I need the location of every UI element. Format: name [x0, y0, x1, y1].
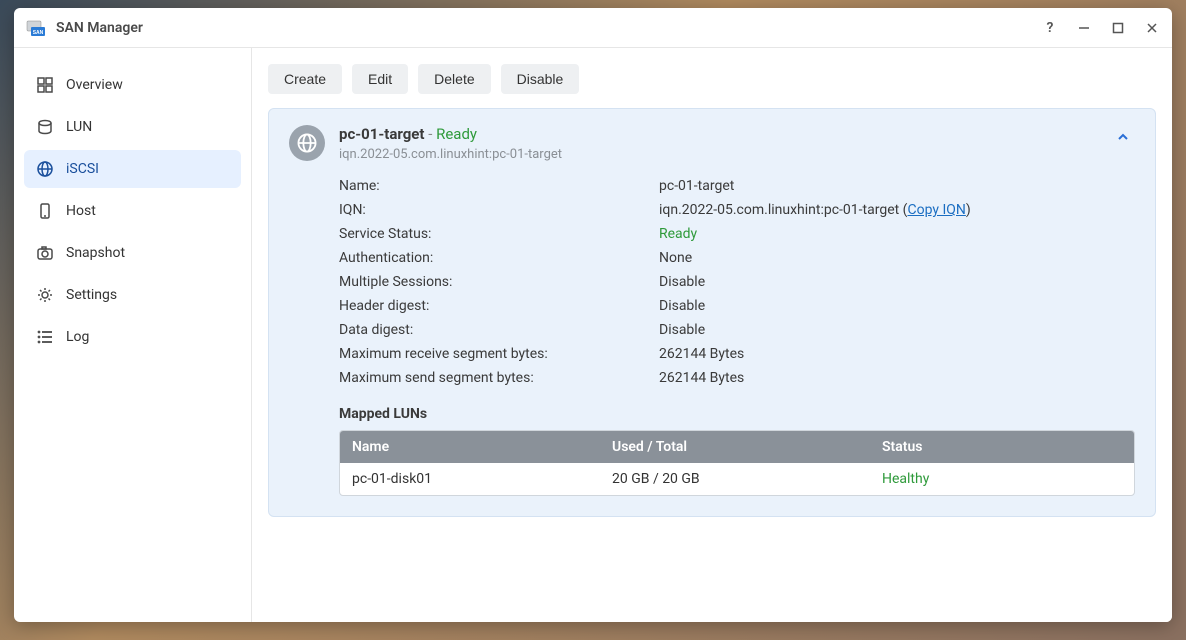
disk-icon — [36, 118, 54, 136]
paren-close: ) — [966, 202, 971, 218]
window-body: Overview LUN — [14, 48, 1172, 622]
detail-value: pc-01-target — [659, 178, 1135, 194]
sidebar-item-overview[interactable]: Overview — [24, 66, 241, 104]
sidebar-item-label: Snapshot — [66, 245, 125, 261]
copy-iqn-link[interactable]: Copy IQN — [907, 202, 965, 218]
detail-data-digest: Data digest: Disable — [339, 318, 1135, 342]
main-content: Create Edit Delete Disable — [252, 48, 1172, 622]
sidebar-item-lun[interactable]: LUN — [24, 108, 241, 146]
detail-authentication: Authentication: None — [339, 246, 1135, 270]
sidebar-item-snapshot[interactable]: Snapshot — [24, 234, 241, 272]
mapped-luns-title: Mapped LUNs — [339, 406, 1135, 422]
sidebar-item-host[interactable]: Host — [24, 192, 241, 230]
detail-name: Name: pc-01-target — [339, 174, 1135, 198]
sidebar-item-label: LUN — [66, 119, 92, 135]
detail-multiple-sessions: Multiple Sessions: Disable — [339, 270, 1135, 294]
delete-button[interactable]: Delete — [418, 64, 490, 94]
lun-name: pc-01-disk01 — [340, 463, 600, 495]
detail-label: Authentication: — [339, 250, 659, 266]
detail-value: Disable — [659, 322, 1135, 338]
target-header[interactable]: pc-01-target - Ready iqn.2022-05.com.lin… — [289, 125, 1135, 162]
lun-status: Healthy — [870, 463, 1134, 495]
detail-value: 262144 Bytes — [659, 370, 1135, 386]
sidebar: Overview LUN — [14, 48, 252, 622]
globe-icon — [289, 125, 325, 161]
detail-value: None — [659, 250, 1135, 266]
help-button[interactable]: ? — [1042, 20, 1058, 36]
sidebar-item-label: Log — [66, 329, 89, 345]
sidebar-item-settings[interactable]: Settings — [24, 276, 241, 314]
sidebar-item-label: Host — [66, 203, 96, 219]
target-title: pc-01-target - Ready — [339, 125, 1097, 143]
sidebar-item-iscsi[interactable]: iSCSI — [24, 150, 241, 188]
window-title: SAN Manager — [56, 20, 1042, 36]
detail-value: Disable — [659, 274, 1135, 290]
titlebar: SAN SAN Manager ? — [14, 8, 1172, 48]
toolbar: Create Edit Delete Disable — [268, 64, 1156, 94]
maximize-button[interactable] — [1110, 20, 1126, 36]
gear-icon — [36, 286, 54, 304]
grid-icon — [36, 76, 54, 94]
globe-icon — [36, 160, 54, 178]
detail-label: Data digest: — [339, 322, 659, 338]
detail-value: Ready — [659, 226, 1135, 242]
edit-button[interactable]: Edit — [352, 64, 408, 94]
detail-value: iqn.2022-05.com.linuxhint:pc-01-target (… — [659, 202, 1135, 218]
san-manager-app-icon: SAN — [26, 18, 46, 38]
sidebar-item-label: Overview — [66, 77, 123, 93]
target-iqn-subtitle: iqn.2022-05.com.linuxhint:pc-01-target — [339, 147, 1097, 162]
detail-label: Service Status: — [339, 226, 659, 242]
mapped-luns-table: Name Used / Total Status pc-01-disk01 20… — [339, 430, 1135, 496]
col-header-name: Name — [340, 431, 600, 463]
close-button[interactable] — [1144, 20, 1160, 36]
detail-label: IQN: — [339, 202, 659, 218]
create-button[interactable]: Create — [268, 64, 342, 94]
target-name: pc-01-target — [339, 125, 425, 143]
target-status: Ready — [436, 125, 477, 143]
iqn-text: iqn.2022-05.com.linuxhint:pc-01-target — [659, 202, 899, 218]
target-details: Name: pc-01-target IQN: iqn.2022-05.com.… — [289, 174, 1135, 496]
detail-header-digest: Header digest: Disable — [339, 294, 1135, 318]
chevron-up-icon[interactable] — [1111, 125, 1135, 149]
detail-max-recv: Maximum receive segment bytes: 262144 By… — [339, 342, 1135, 366]
lun-used: 20 GB / 20 GB — [600, 463, 870, 495]
detail-iqn: IQN: iqn.2022-05.com.linuxhint:pc-01-tar… — [339, 198, 1135, 222]
detail-value: 262144 Bytes — [659, 346, 1135, 362]
disable-button[interactable]: Disable — [501, 64, 580, 94]
col-header-status: Status — [870, 431, 1134, 463]
detail-label: Name: — [339, 178, 659, 194]
col-header-used: Used / Total — [600, 431, 870, 463]
table-header: Name Used / Total Status — [340, 431, 1134, 463]
target-panel: pc-01-target - Ready iqn.2022-05.com.lin… — [268, 108, 1156, 517]
minimize-button[interactable] — [1076, 20, 1092, 36]
detail-value: Disable — [659, 298, 1135, 314]
sidebar-item-label: Settings — [66, 287, 117, 303]
detail-label: Maximum receive segment bytes: — [339, 346, 659, 362]
camera-icon — [36, 244, 54, 262]
sidebar-item-label: iSCSI — [66, 161, 99, 177]
detail-label: Header digest: — [339, 298, 659, 314]
detail-service-status: Service Status: Ready — [339, 222, 1135, 246]
detail-max-send: Maximum send segment bytes: 262144 Bytes — [339, 366, 1135, 390]
device-icon — [36, 202, 54, 220]
status-separator: - — [425, 125, 437, 143]
window-controls: ? — [1042, 20, 1160, 36]
svg-text:SAN: SAN — [33, 30, 44, 36]
target-title-group: pc-01-target - Ready iqn.2022-05.com.lin… — [339, 125, 1097, 162]
detail-label: Multiple Sessions: — [339, 274, 659, 290]
list-icon — [36, 328, 54, 346]
app-window: SAN SAN Manager ? — [14, 8, 1172, 622]
detail-label: Maximum send segment bytes: — [339, 370, 659, 386]
sidebar-item-log[interactable]: Log — [24, 318, 241, 356]
table-row[interactable]: pc-01-disk01 20 GB / 20 GB Healthy — [340, 463, 1134, 495]
